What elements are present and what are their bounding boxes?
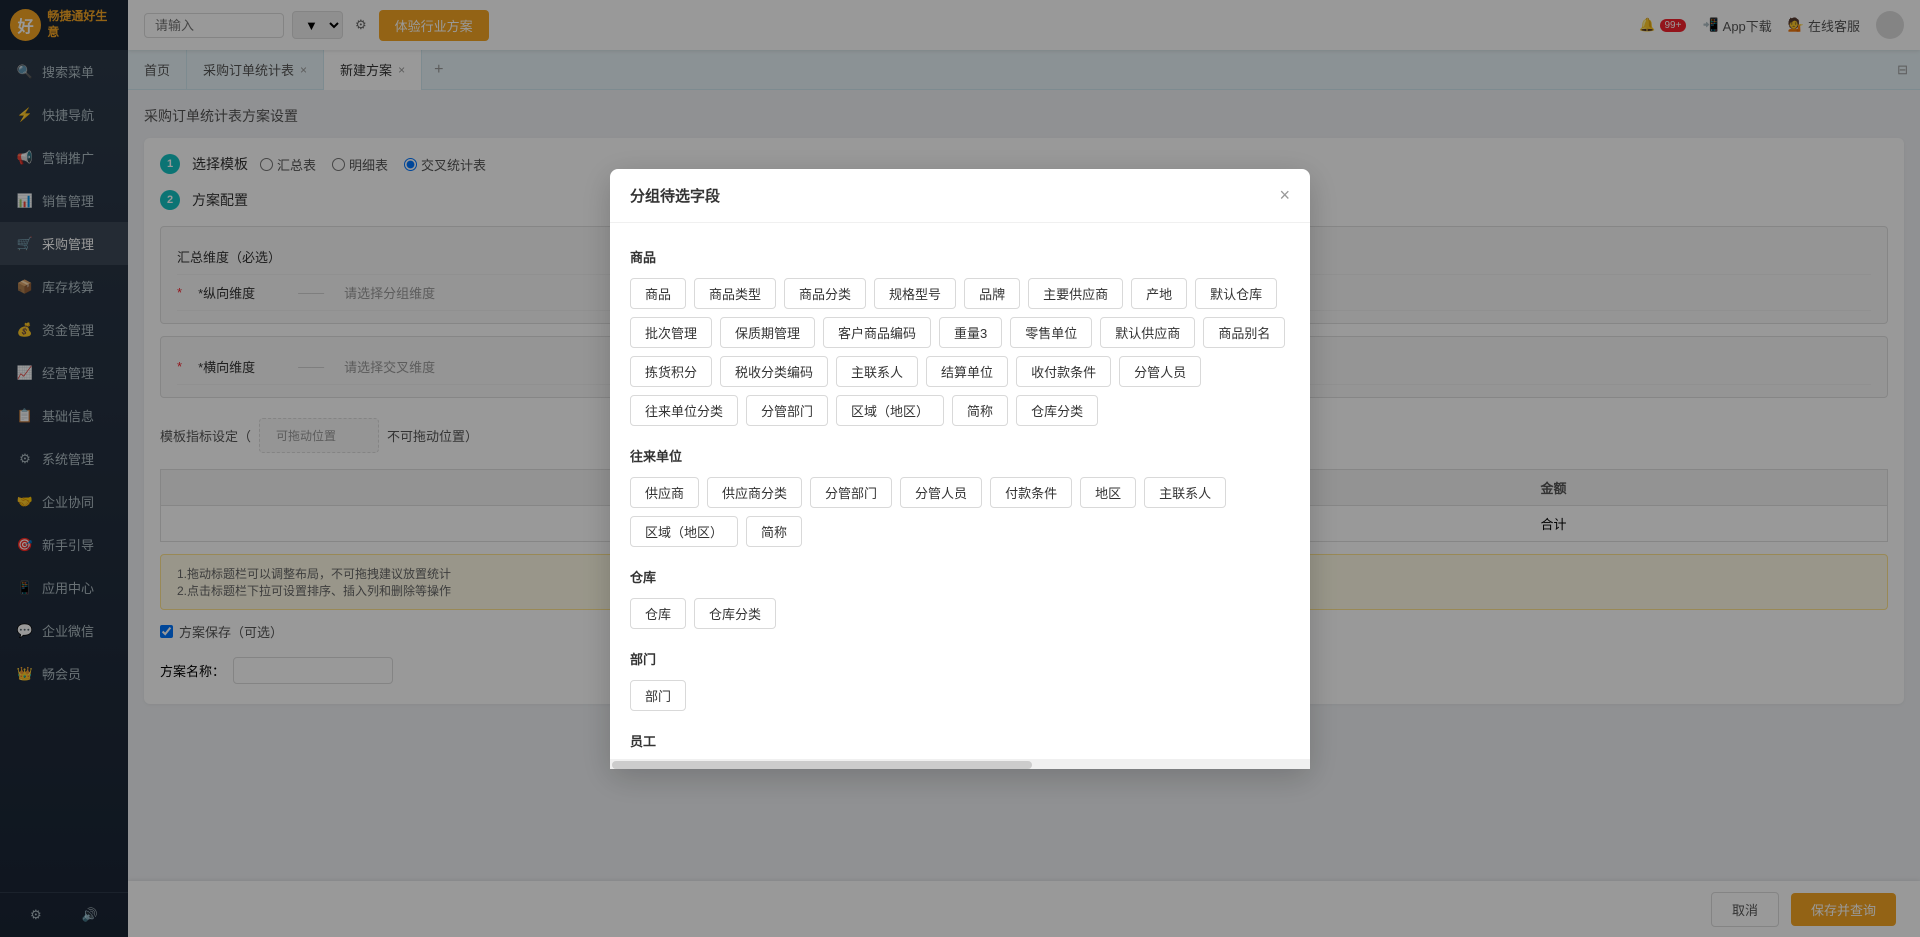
modal-title: 分组待选字段 (630, 185, 720, 206)
field-spec-model[interactable]: 规格型号 (874, 278, 956, 309)
dept-fields: 部门 (630, 680, 1290, 711)
section-title-staff: 员工 (630, 731, 1290, 750)
modal-dialog: 分组待选字段 × 商品 商品 商品类型 商品分类 规格型号 品牌 主要供应商 产… (610, 169, 1310, 769)
field-region[interactable]: 地区 (1080, 477, 1136, 508)
field-tax-code[interactable]: 税收分类编码 (720, 356, 828, 387)
modal-hscroll[interactable] (610, 759, 1310, 768)
field-main-contact[interactable]: 主联系人 (836, 356, 918, 387)
field-product-type[interactable]: 商品类型 (694, 278, 776, 309)
field-warehouse[interactable]: 仓库 (630, 598, 686, 629)
field-weight3[interactable]: 重量3 (939, 317, 1002, 348)
field-short-name2[interactable]: 简称 (746, 516, 802, 547)
field-customer-code[interactable]: 客户商品编码 (823, 317, 931, 348)
warehouse-fields: 仓库 仓库分类 (630, 598, 1290, 629)
field-supplier-category[interactable]: 供应商分类 (707, 477, 802, 508)
field-main-contact2[interactable]: 主联系人 (1144, 477, 1226, 508)
field-product[interactable]: 商品 (630, 278, 686, 309)
partner-fields: 供应商 供应商分类 分管部门 分管人员 付款条件 地区 主联系人 区域（地区） … (630, 477, 1290, 547)
field-product-category[interactable]: 商品分类 (784, 278, 866, 309)
field-warehouse-category-product[interactable]: 仓库分类 (1016, 395, 1098, 426)
field-payment-terms2[interactable]: 付款条件 (990, 477, 1072, 508)
field-payment-terms[interactable]: 收付款条件 (1016, 356, 1111, 387)
modal-overlay[interactable]: 分组待选字段 × 商品 商品 商品类型 商品分类 规格型号 品牌 主要供应商 产… (0, 0, 1920, 937)
field-origin[interactable]: 产地 (1131, 278, 1187, 309)
modal-header: 分组待选字段 × (610, 169, 1310, 223)
section-title-dept: 部门 (630, 649, 1290, 668)
field-pick-score[interactable]: 拣货积分 (630, 356, 712, 387)
field-default-supplier[interactable]: 默认供应商 (1100, 317, 1195, 348)
modal-close-btn[interactable]: × (1279, 185, 1290, 206)
field-manager-staff2[interactable]: 分管人员 (900, 477, 982, 508)
section-title-partner: 往来单位 (630, 446, 1290, 465)
field-partner-category[interactable]: 往来单位分类 (630, 395, 738, 426)
field-dept-managed2[interactable]: 分管部门 (810, 477, 892, 508)
field-default-warehouse[interactable]: 默认仓库 (1195, 278, 1277, 309)
field-dept[interactable]: 部门 (630, 680, 686, 711)
field-supplier[interactable]: 供应商 (630, 477, 699, 508)
section-title-product: 商品 (630, 247, 1290, 266)
field-settlement-unit[interactable]: 结算单位 (926, 356, 1008, 387)
field-region-product[interactable]: 区域（地区） (836, 395, 944, 426)
field-brand[interactable]: 品牌 (964, 278, 1020, 309)
section-title-warehouse: 仓库 (630, 567, 1290, 586)
field-batch-mgmt[interactable]: 批次管理 (630, 317, 712, 348)
field-product-alias[interactable]: 商品别名 (1203, 317, 1285, 348)
product-fields: 商品 商品类型 商品分类 规格型号 品牌 主要供应商 产地 默认仓库 批次管理 … (630, 278, 1290, 426)
field-dept-managed[interactable]: 分管部门 (746, 395, 828, 426)
field-quality-mgmt[interactable]: 保质期管理 (720, 317, 815, 348)
field-retail-unit[interactable]: 零售单位 (1010, 317, 1092, 348)
modal-body: 商品 商品 商品类型 商品分类 规格型号 品牌 主要供应商 产地 默认仓库 批次… (610, 223, 1310, 760)
field-main-supplier[interactable]: 主要供应商 (1028, 278, 1123, 309)
modal-hscroll-thumb (612, 761, 1032, 769)
field-short-name-product[interactable]: 简称 (952, 395, 1008, 426)
field-region2[interactable]: 区域（地区） (630, 516, 738, 547)
field-manager-staff[interactable]: 分管人员 (1119, 356, 1201, 387)
field-warehouse-category[interactable]: 仓库分类 (694, 598, 776, 629)
